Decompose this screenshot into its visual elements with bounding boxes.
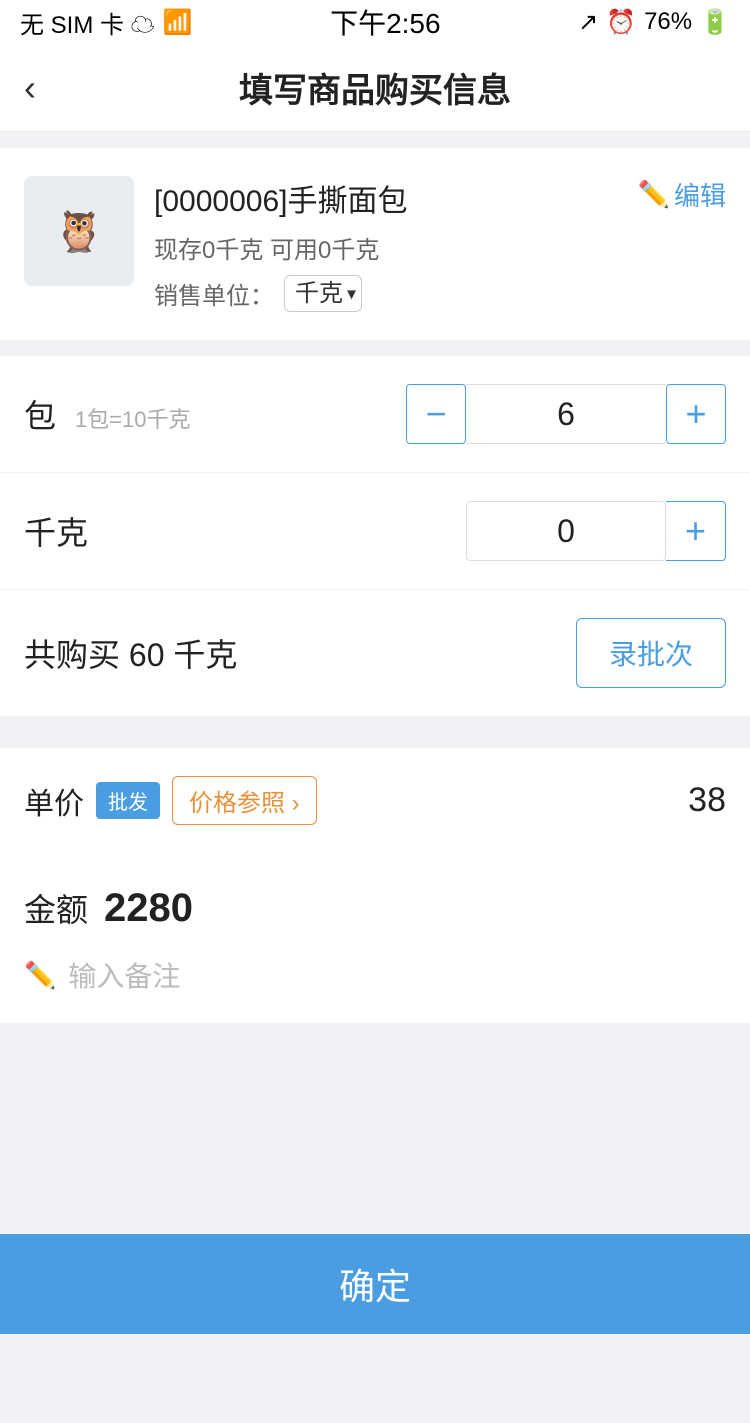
package-input[interactable] (466, 384, 666, 444)
divider-1 (0, 340, 750, 356)
kg-row: 千克 + (0, 473, 750, 590)
nav-bar: ‹ 填写商品购买信息 (0, 44, 750, 132)
package-row: 包 1包=10千克 − + (0, 356, 750, 473)
amount-section: 金额 2280 ✏️ 输入备注 (0, 857, 750, 1423)
product-name: [0000006]手撕面包 (154, 176, 407, 220)
package-minus-button[interactable]: − (406, 384, 466, 444)
product-logo: 🦉 (54, 208, 104, 255)
unit-select[interactable]: 千克 (284, 275, 362, 312)
package-plus-button[interactable]: + (666, 384, 726, 444)
divider-2 (0, 716, 750, 732)
kg-controls: + (466, 501, 726, 561)
sim-text: 无 SIM 卡 ☁ (20, 5, 155, 40)
note-row[interactable]: ✏️ 输入备注 (24, 955, 726, 1023)
page-title: 填写商品购买信息 (239, 63, 511, 112)
wholesale-badge: 批发 (96, 782, 160, 819)
product-stock: 现存0千克 可用0千克 (154, 230, 726, 265)
price-label: 单价 (24, 779, 84, 823)
edit-icon: ✏️ (638, 179, 670, 210)
unit-label: 销售单位： (154, 276, 274, 311)
product-card: 🦉 [0000006]手撕面包 ✏️ 编辑 现存0千克 可用0千克 销售单位： … (0, 148, 750, 340)
kg-plus-button[interactable]: + (666, 501, 726, 561)
product-image: 🦉 (24, 176, 134, 286)
product-info: [0000006]手撕面包 ✏️ 编辑 现存0千克 可用0千克 销售单位： 千克 (154, 176, 726, 312)
empty-space (0, 1023, 750, 1423)
price-row: 单价 批发 价格参照 › 38 (24, 776, 726, 825)
alarm-icon: ⏰ (606, 8, 636, 37)
package-hint: 1包=10千克 (75, 407, 191, 432)
note-icon: ✏️ (24, 960, 56, 991)
total-row: 共购买 60 千克 录批次 (0, 590, 750, 716)
note-placeholder: 输入备注 (68, 955, 180, 995)
status-left: 无 SIM 卡 ☁ 📶 (20, 5, 193, 40)
unit-selector-wrapper[interactable]: 千克 (274, 275, 362, 312)
batch-button[interactable]: 录批次 (576, 618, 726, 688)
status-right: ↗ ⏰ 76% 🔋 (578, 8, 730, 37)
price-value: 38 (688, 781, 726, 820)
confirm-button[interactable]: 确定 (0, 1234, 750, 1334)
price-reference-button[interactable]: 价格参照 › (172, 776, 317, 825)
battery-text: 76% (644, 8, 692, 36)
amount-white: 金额 2280 ✏️ 输入备注 (0, 857, 750, 1023)
amount-row: 金额 2280 (24, 885, 726, 955)
kg-label: 千克 (24, 508, 466, 554)
back-button[interactable]: ‹ (24, 67, 36, 109)
input-section: 包 1包=10千克 − + 千克 + (0, 356, 750, 590)
total-text: 共购买 60 千克 (24, 630, 237, 676)
package-label: 包 1包=10千克 (24, 391, 406, 437)
edit-label: 编辑 (674, 176, 726, 213)
location-icon: ↗ (578, 8, 598, 37)
kg-input[interactable] (466, 501, 666, 561)
wifi-icon: 📶 (163, 8, 193, 37)
price-left: 单价 批发 价格参照 › (24, 776, 317, 825)
status-time: 下午2:56 (330, 2, 441, 42)
product-unit-row: 销售单位： 千克 (154, 275, 726, 312)
amount-label: 金额 (24, 885, 88, 931)
amount-value: 2280 (104, 886, 193, 931)
price-section: 单价 批发 价格参照 › 38 (0, 748, 750, 857)
status-bar: 无 SIM 卡 ☁ 📶 下午2:56 ↗ ⏰ 76% 🔋 (0, 0, 750, 44)
battery-icon: 🔋 (700, 8, 730, 37)
edit-button[interactable]: ✏️ 编辑 (638, 176, 726, 213)
package-controls: − + (406, 384, 726, 444)
package-label-text: 包 (24, 398, 56, 434)
